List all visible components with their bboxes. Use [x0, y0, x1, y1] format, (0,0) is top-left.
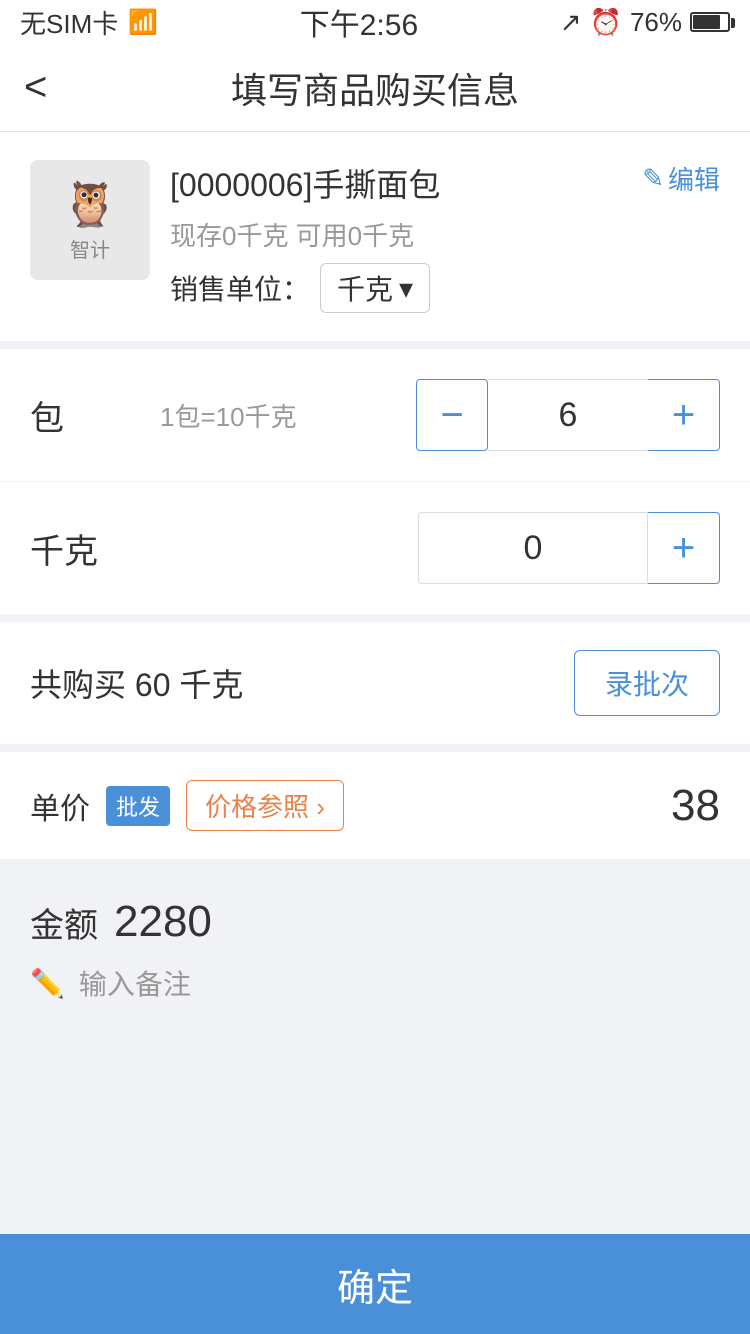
- bao-label: 包: [30, 391, 150, 440]
- content-spacer: [0, 1023, 750, 1223]
- edit-button[interactable]: ✎ 编辑: [642, 160, 720, 197]
- back-button[interactable]: <: [24, 65, 47, 110]
- status-left: 无SIM卡 📶: [20, 4, 158, 41]
- bao-input[interactable]: [488, 379, 648, 451]
- amount-section: 金额 2280 ✏️ 输入备注: [0, 867, 750, 1023]
- qianke-stepper: +: [418, 512, 720, 584]
- product-card: 🦉 智计 [0000006]手撕面包 现存0千克 可用0千克 销售单位： 千克 …: [0, 132, 750, 349]
- amount-row: 金额 2280: [30, 897, 720, 947]
- status-time: 下午2:56: [300, 0, 418, 44]
- bao-row: 包 1包=10千克 − +: [0, 349, 750, 482]
- unit-value: 千克: [337, 268, 393, 308]
- qianke-increment-button[interactable]: +: [648, 512, 720, 584]
- bao-stepper: − +: [416, 379, 720, 451]
- note-placeholder: 输入备注: [79, 963, 191, 1003]
- qianke-input[interactable]: [418, 512, 648, 584]
- unit-select[interactable]: 千克 ▾: [320, 263, 430, 313]
- status-bar: 无SIM卡 📶 下午2:56 ↗ ⏰ 76%: [0, 0, 750, 44]
- product-name: [0000006]手撕面包: [170, 160, 720, 206]
- product-info: [0000006]手撕面包 现存0千克 可用0千克 销售单位： 千克 ▾: [170, 160, 720, 313]
- amount-value: 2280: [114, 897, 212, 947]
- note-icon: ✏️: [30, 967, 65, 1000]
- qianke-label: 千克: [30, 524, 150, 573]
- edit-label: 编辑: [668, 160, 720, 197]
- location-icon: ↗: [560, 7, 582, 38]
- unit-label: 销售单位：: [170, 268, 310, 308]
- wifi-icon: 📶: [128, 8, 158, 37]
- unit-dropdown-icon: ▾: [399, 272, 413, 305]
- product-thumb-owl: 🦉: [63, 178, 118, 230]
- qianke-row: 千克 +: [0, 482, 750, 622]
- product-stock: 现存0千克 可用0千克: [170, 216, 720, 253]
- battery-percent: 76%: [630, 7, 682, 38]
- amount-label: 金额: [30, 898, 98, 947]
- price-ref-button[interactable]: 价格参照 ›: [186, 780, 344, 831]
- product-unit-row: 销售单位： 千克 ▾: [170, 263, 720, 313]
- edit-icon: ✎: [642, 163, 664, 194]
- product-thumb-label: 智计: [70, 234, 110, 263]
- battery-icon: [690, 12, 730, 32]
- bao-decrement-button[interactable]: −: [416, 379, 488, 451]
- nav-bar: < 填写商品购买信息: [0, 44, 750, 132]
- bao-increment-button[interactable]: +: [648, 379, 720, 451]
- price-value: 38: [671, 781, 720, 831]
- carrier-label: 无SIM卡: [20, 4, 118, 41]
- confirm-button[interactable]: 确定: [0, 1234, 750, 1334]
- total-label: 共购买 60 千克: [30, 660, 574, 706]
- total-row: 共购买 60 千克 录批次: [0, 622, 750, 752]
- batch-button[interactable]: 录批次: [574, 650, 720, 716]
- price-section: 单价 批发 价格参照 › 38: [0, 752, 750, 867]
- note-row[interactable]: ✏️ 输入备注: [30, 963, 720, 1003]
- pifa-badge: 批发: [106, 786, 170, 826]
- status-right: ↗ ⏰ 76%: [560, 7, 730, 38]
- price-label: 单价: [30, 784, 90, 828]
- product-thumbnail: 🦉 智计: [30, 160, 150, 280]
- bao-hint: 1包=10千克: [160, 397, 297, 434]
- alarm-icon: ⏰: [590, 7, 622, 38]
- page-title: 填写商品购买信息: [231, 62, 519, 114]
